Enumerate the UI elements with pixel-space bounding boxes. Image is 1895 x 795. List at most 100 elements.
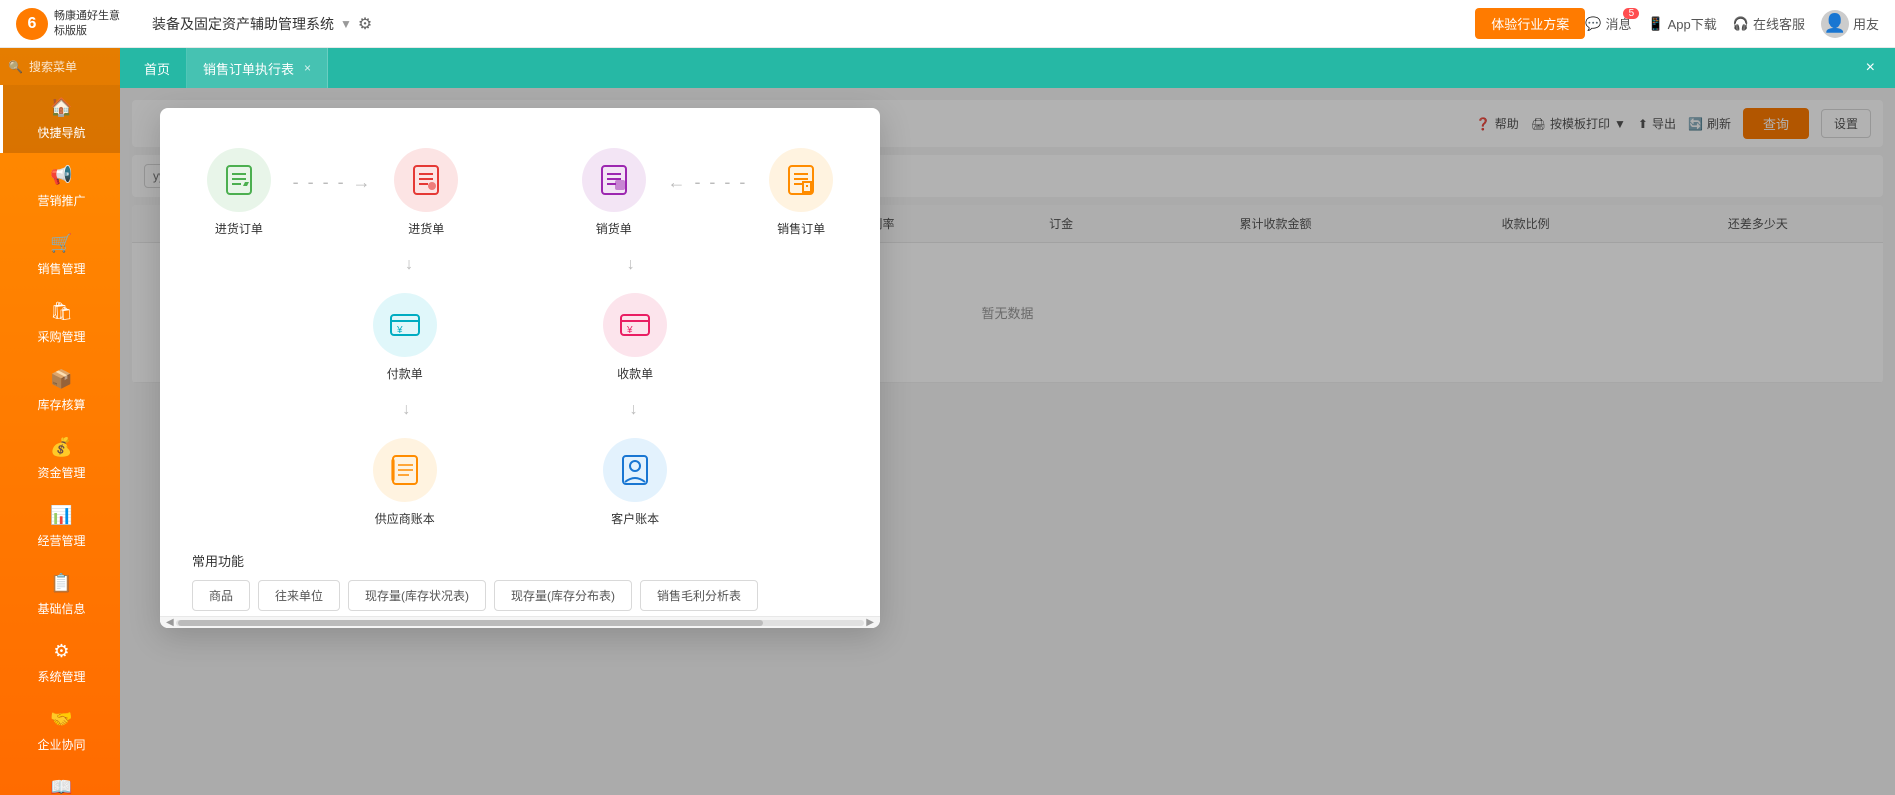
tab-sales-order-exec[interactable]: 销售订单执行表 × [187, 48, 328, 88]
user-menu[interactable]: 👤 用友 [1821, 10, 1879, 38]
tab-close-all-button[interactable]: × [1854, 59, 1887, 77]
payment-bill-circle: ¥ [373, 293, 437, 357]
arrow-sales-order-to-bill: ← - - - - [667, 172, 747, 193]
func-btn-stock-dist[interactable]: 现存量(库存分布表) [494, 580, 632, 611]
avatar: 👤 [1821, 10, 1849, 38]
top-bar: 6 畅康通好生意 标版版 装备及固定资产辅助管理系统 ▼ ⚙ 体验行业方案 💬 … [0, 0, 1895, 48]
sidebar-item-guide[interactable]: 📖 新手引导 [0, 765, 120, 795]
headset-icon: 🎧 [1733, 16, 1749, 32]
supplier-ledger-circle [373, 438, 437, 502]
flow-sales-bill[interactable]: 销货单 [574, 132, 654, 253]
sidebar-item-purchase[interactable]: 🛍 采购管理 [0, 289, 120, 357]
flow-diagram: 进货订单 - - - - → [192, 132, 848, 543]
purchase-order-circle [207, 148, 271, 212]
purchase-order-icon [221, 162, 257, 198]
phone-icon: 📱 [1647, 16, 1663, 32]
logo-text: 畅康通好生意 标版版 [54, 9, 120, 38]
sidebar-item-sales[interactable]: 🛒 销售管理 [0, 221, 120, 289]
purchase-bill-icon [408, 162, 444, 198]
svg-text:¥: ¥ [626, 325, 633, 336]
box-icon: 📦 [50, 369, 72, 390]
tab-close-icon[interactable]: × [304, 61, 311, 75]
supplier-ledger-icon [387, 452, 423, 488]
app-download-button[interactable]: 📱 App下载 [1647, 14, 1716, 33]
sidebar-search[interactable]: 🔍 搜索菜单 [0, 48, 120, 85]
scrollbar-right-arrow[interactable]: ▶ [864, 617, 876, 628]
sidebar-item-inventory[interactable]: 📦 库存核算 [0, 357, 120, 425]
logo-area: 6 畅康通好生意 标版版 [16, 8, 136, 40]
flow-sales-order[interactable]: 销售订单 [761, 132, 841, 253]
sales-order-circle [769, 148, 833, 212]
flow-payment-bill[interactable]: ¥ 付款单 [365, 277, 445, 398]
customer-ledger-icon [617, 452, 653, 488]
sidebar-item-marketing[interactable]: 📢 营销推广 [0, 153, 120, 221]
book-icon: 📖 [50, 777, 72, 795]
sidebar-item-base[interactable]: 📋 基础信息 [0, 561, 120, 629]
arrow-down-receipt: ↓ [602, 398, 666, 422]
func-btn-contacts[interactable]: 往来单位 [258, 580, 340, 611]
content-area: 首页 销售订单执行表 × × ❓ 帮助 🖨 按模板打印 ▼ [120, 48, 1895, 795]
message-button[interactable]: 💬 消息 5 [1585, 14, 1631, 33]
sidebar-item-finance[interactable]: 💰 资金管理 [0, 425, 120, 493]
sidebar-item-collab[interactable]: 🤝 企业协同 [0, 697, 120, 765]
clipboard-icon: 📋 [50, 573, 72, 594]
arrow-down-payment: ↓ [374, 398, 438, 422]
flow-row-1: 进货订单 - - - - → [192, 132, 848, 253]
flow-purchase-bill[interactable]: 进货单 [386, 132, 466, 253]
flow-customer-ledger[interactable]: 客户账本 [595, 422, 675, 543]
online-service-button[interactable]: 🎧 在线客服 [1733, 14, 1805, 33]
arrow-down-purchase-bill: ↓ [377, 253, 441, 277]
top-actions: 体验行业方案 [1475, 8, 1585, 39]
sales-bill-icon [596, 162, 632, 198]
gear-icon: ⚙ [53, 641, 69, 662]
tab-bar: 首页 销售订单执行表 × × [120, 48, 1895, 88]
flow-row-2: ¥ 付款单 [192, 277, 848, 398]
sidebar-item-quick-nav[interactable]: 🏠 快捷导航 [0, 85, 120, 153]
receipt-bill-icon: ¥ [617, 307, 653, 343]
func-btn-sales-gross[interactable]: 销售毛利分析表 [640, 580, 758, 611]
settings-icon[interactable]: ⚙ [358, 14, 372, 34]
home-icon: 🏠 [50, 97, 72, 118]
sales-order-icon [783, 162, 819, 198]
logo-icon: 6 [16, 8, 48, 40]
flow-arrows-down-1: ↓ ↓ [192, 253, 848, 277]
scrollbar-thumb [178, 620, 763, 626]
receipt-bill-circle: ¥ [603, 293, 667, 357]
dropdown-arrow-icon[interactable]: ▼ [340, 17, 352, 31]
flow-supplier-ledger[interactable]: 供应商账本 [365, 422, 445, 543]
modal-overlay: 进货订单 - - - - → [120, 88, 1895, 795]
message-icon: 💬 [1585, 16, 1601, 32]
money-icon: 💰 [50, 437, 72, 458]
sidebar-item-operation[interactable]: 📊 经营管理 [0, 493, 120, 561]
svg-text:¥: ¥ [396, 325, 403, 336]
scrollbar-left-arrow[interactable]: ◀ [164, 617, 176, 628]
arrow-down-sales-bill: ↓ [599, 253, 663, 277]
flow-arrows-down-2: ↓ ↓ [192, 398, 848, 422]
cart-icon: 🛒 [50, 233, 72, 254]
page-content: ❓ 帮助 🖨 按模板打印 ▼ ⬆ 导出 🔄 刷新 查询 设置 [120, 88, 1895, 795]
message-badge: 5 [1623, 8, 1639, 19]
purchase-bill-circle [394, 148, 458, 212]
scrollbar-track [176, 620, 865, 626]
top-right-nav: 💬 消息 5 📱 App下载 🎧 在线客服 👤 用友 [1585, 10, 1879, 38]
chart-icon: 📊 [50, 505, 72, 526]
search-icon: 🔍 [8, 60, 23, 74]
sales-bill-circle [582, 148, 646, 212]
arrow-purchase-order-to-bill: - - - - → [293, 172, 373, 193]
experience-button[interactable]: 体验行业方案 [1475, 8, 1585, 39]
payment-bill-icon: ¥ [387, 307, 423, 343]
flow-row-3: 供应商账本 [192, 422, 848, 543]
modal-scrollbar[interactable]: ◀ ▶ [160, 616, 880, 628]
customer-ledger-circle [603, 438, 667, 502]
handshake-icon: 🤝 [50, 709, 72, 730]
func-btn-stock-status[interactable]: 现存量(库存状况表) [348, 580, 486, 611]
bag-icon: 🛍 [50, 301, 73, 322]
flow-purchase-order[interactable]: 进货订单 [199, 132, 279, 253]
common-functions: 常用功能 商品 往来单位 现存量(库存状况表) 现存量(库存分布表) 销售毛利分… [192, 551, 848, 616]
func-btn-product[interactable]: 商品 [192, 580, 250, 611]
system-title: 装备及固定资产辅助管理系统 ▼ ⚙ [136, 14, 1475, 34]
sidebar-item-system[interactable]: ⚙ 系统管理 [0, 629, 120, 697]
flow-receipt-bill[interactable]: ¥ 收款单 [595, 277, 675, 398]
tab-home[interactable]: 首页 [128, 48, 187, 88]
megaphone-icon: 📢 [50, 165, 72, 186]
